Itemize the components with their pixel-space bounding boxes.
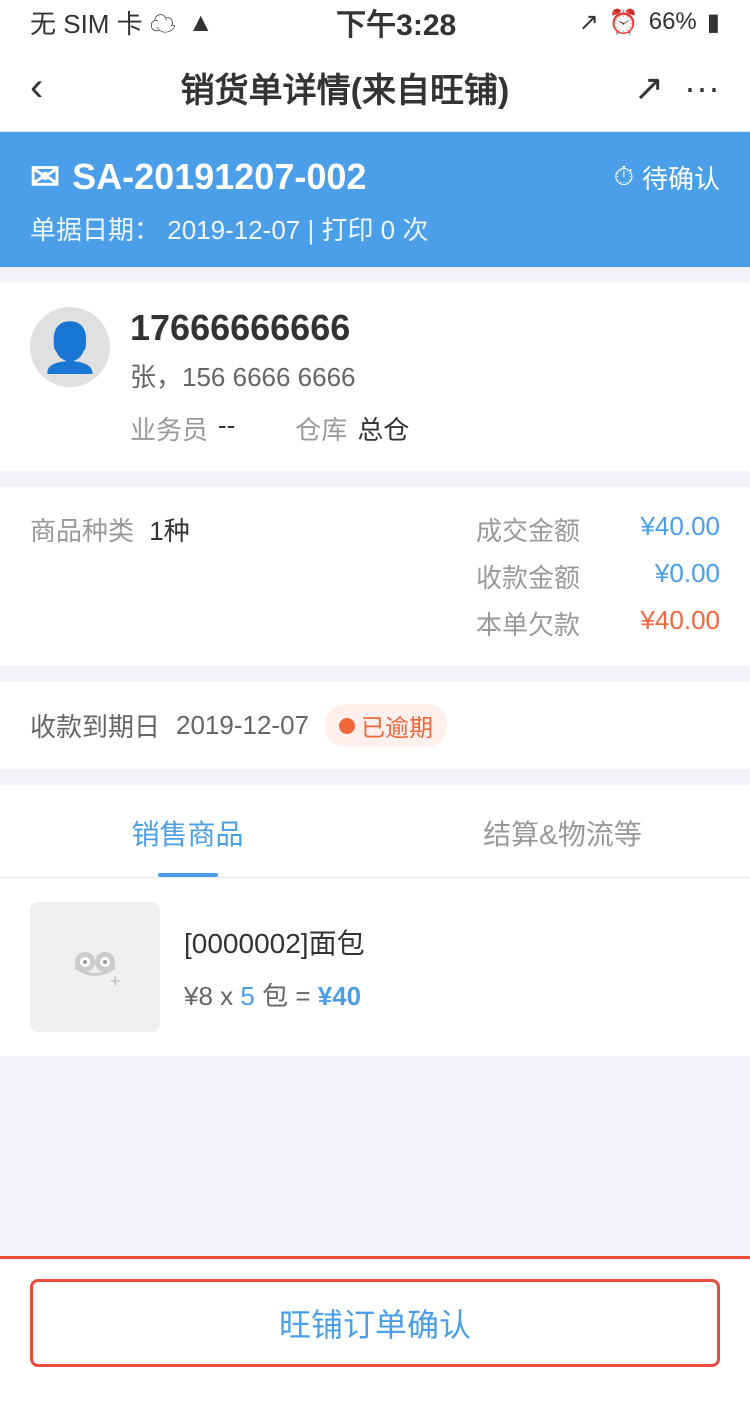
tab-sales[interactable]: 销售商品	[0, 785, 375, 877]
owed-label: 本单欠款	[476, 605, 580, 642]
received-row: 收款金额 ¥0.00	[476, 558, 720, 595]
nav-actions: ↗ ···	[600, 67, 720, 109]
customer-phone: 17666666666	[130, 307, 720, 349]
due-date-label: 收款到期日	[30, 707, 160, 744]
more-icon[interactable]: ···	[684, 67, 720, 109]
confirm-order-button[interactable]: 旺铺订单确认	[30, 1279, 720, 1367]
header-card: ✉ SA-20191207-002 ⏱ 待确认 单据日期： 2019-12-07…	[0, 132, 750, 267]
date-value: 2019-12-07	[167, 215, 300, 245]
goods-type-label: 商品种类	[30, 516, 134, 546]
status-bar-right: ↗ ⏰ 66% ▮	[579, 8, 720, 37]
wifi-icon: ▲	[188, 7, 214, 38]
overdue-badge: 已逾期	[325, 704, 447, 747]
product-price: ¥8 x 5 包 = ¥40	[184, 976, 720, 1013]
tabs-section: 销售商品 结算&物流等 + [0000002]面包 ¥8 x	[0, 785, 750, 1056]
status-clock-icon: ⏱	[614, 161, 634, 193]
quantity-value: 5	[240, 981, 254, 1011]
summary-section: 商品种类 1种 成交金额 ¥40.00 收款金额 ¥0.00 本单欠款 ¥40.…	[0, 487, 750, 666]
order-status: ⏱ 待确认	[614, 159, 720, 196]
due-date-section: 收款到期日 2019-12-07 已逾期	[0, 682, 750, 769]
status-bar: 无 SIM 卡 ☁ ▲ 下午3:28 ↗ ⏰ 66% ▮	[0, 0, 750, 44]
sales-rep-info: 业务员 --	[130, 410, 235, 447]
product-item: + [0000002]面包 ¥8 x 5 包 = ¥40	[0, 878, 750, 1056]
customer-details: 17666666666 张，156 6666 6666 业务员 -- 仓库 总仓	[130, 307, 720, 447]
tab-sales-label: 销售商品	[131, 819, 243, 850]
battery-icon: ▮	[707, 8, 720, 37]
order-id-text: SA-20191207-002	[72, 156, 366, 198]
order-icon: ✉	[30, 156, 60, 198]
goods-type-value: 1种	[149, 516, 189, 546]
confirm-button-wrapper: 旺铺订单确认	[0, 1256, 750, 1407]
tabs: 销售商品 结算&物流等	[0, 785, 750, 878]
empty-area	[0, 1056, 750, 1256]
sales-rep-value: --	[218, 410, 235, 447]
product-logo-svg: +	[55, 937, 135, 997]
product-name: [0000002]面包	[184, 922, 720, 962]
received-value: ¥0.00	[600, 558, 720, 595]
customer-meta: 业务员 -- 仓库 总仓	[130, 410, 720, 447]
warehouse-label: 仓库	[295, 410, 347, 447]
page-title: 销货单详情(来自旺铺)	[90, 63, 600, 112]
svg-text:+: +	[110, 971, 121, 991]
share-icon[interactable]: ↗	[634, 67, 664, 109]
received-label: 收款金额	[476, 558, 580, 595]
order-date: 单据日期： 2019-12-07 | 打印 0 次	[30, 210, 720, 247]
tab-settlement[interactable]: 结算&物流等	[375, 785, 750, 877]
print-label: | 打印 0 次	[307, 215, 428, 245]
order-id: ✉ SA-20191207-002	[30, 156, 366, 198]
price-equals: =	[295, 981, 317, 1011]
avatar-icon: 👤	[40, 319, 100, 376]
amount-value: ¥40.00	[600, 511, 720, 548]
date-label: 单据日期：	[30, 215, 160, 245]
alarm-icon: ⏰	[609, 8, 639, 37]
amount-label: 成交金额	[476, 511, 580, 548]
warehouse-value: 总仓	[357, 410, 409, 447]
goods-type-info: 商品种类 1种	[30, 511, 190, 548]
battery-display: 66%	[649, 8, 697, 36]
financial-summary: 成交金额 ¥40.00 收款金额 ¥0.00 本单欠款 ¥40.00	[476, 511, 720, 642]
time-display: 下午3:28	[336, 0, 456, 44]
overdue-text: 已逾期	[361, 708, 433, 743]
product-info: [0000002]面包 ¥8 x 5 包 = ¥40	[184, 922, 720, 1013]
nav-bar: ‹ 销货单详情(来自旺铺) ↗ ···	[0, 44, 750, 132]
unit-label: 包	[262, 981, 288, 1011]
back-button[interactable]: ‹	[30, 65, 90, 110]
sim-status: 无 SIM 卡 ☁	[30, 4, 176, 41]
status-text: 待确认	[642, 159, 720, 196]
customer-section: 👤 17666666666 张，156 6666 6666 业务员 -- 仓库 …	[0, 283, 750, 471]
overdue-dot-icon	[339, 718, 355, 734]
price-per-unit: ¥8	[184, 981, 213, 1011]
price-total: ¥40	[318, 981, 361, 1011]
product-thumbnail: +	[30, 902, 160, 1032]
sales-rep-label: 业务员	[130, 410, 208, 447]
customer-info: 👤 17666666666 张，156 6666 6666 业务员 -- 仓库 …	[30, 307, 720, 447]
amount-row: 成交金额 ¥40.00	[476, 511, 720, 548]
price-multiply: x	[220, 981, 240, 1011]
tab-settlement-label: 结算&物流等	[483, 819, 642, 850]
header-card-top: ✉ SA-20191207-002 ⏱ 待确认	[30, 156, 720, 198]
due-date-value: 2019-12-07	[176, 710, 309, 741]
owed-row: 本单欠款 ¥40.00	[476, 605, 720, 642]
avatar: 👤	[30, 307, 110, 387]
owed-value: ¥40.00	[600, 605, 720, 642]
status-bar-left: 无 SIM 卡 ☁ ▲	[30, 4, 214, 41]
confirm-button-label: 旺铺订单确认	[279, 1300, 471, 1346]
customer-name: 张，156 6666 6666	[130, 357, 720, 394]
warehouse-info: 仓库 总仓	[295, 410, 409, 447]
location-icon: ↗	[579, 8, 599, 37]
